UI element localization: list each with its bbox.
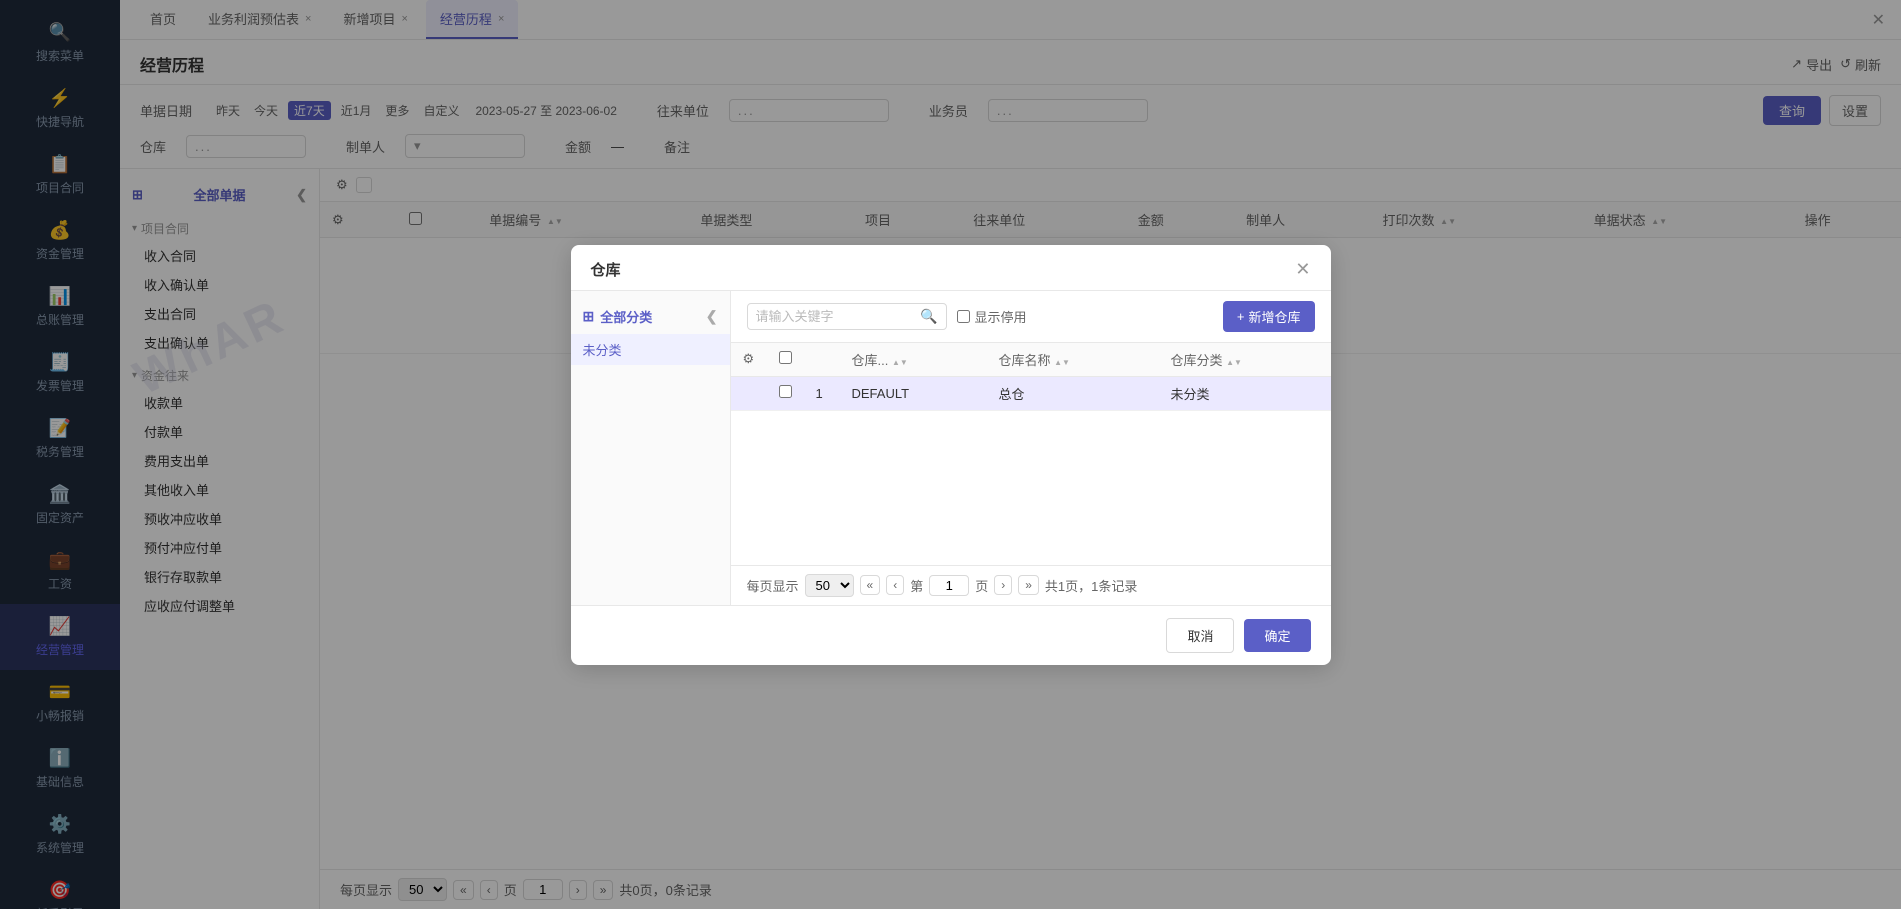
row-index-cell: 1 bbox=[804, 376, 840, 410]
modal-prev-page-btn[interactable]: ‹ bbox=[886, 575, 904, 595]
modal-sort-code: ▲▼ bbox=[892, 358, 908, 367]
modal-toolbar: 🔍 显示停用 + 新增仓库 bbox=[731, 291, 1331, 343]
modal-sort-name: ▲▼ bbox=[1054, 358, 1070, 367]
modal-left-collapse-btn[interactable]: ❮ bbox=[706, 308, 718, 325]
modal-search-icon[interactable]: 🔍 bbox=[920, 308, 937, 325]
modal-first-page-btn[interactable]: « bbox=[860, 575, 881, 595]
modal-col-category[interactable]: 仓库分类 ▲▼ bbox=[1158, 343, 1330, 377]
modal-search-box[interactable]: 🔍 bbox=[747, 303, 947, 330]
modal-col-settings[interactable]: ⚙ bbox=[731, 343, 767, 377]
modal-footer-pagination: 每页显示 50 « ‹ 第 页 › » 共1页，1条记录 bbox=[731, 565, 1331, 605]
modal-left-nav-title: 全部分类 bbox=[600, 307, 652, 326]
row-checkbox[interactable] bbox=[779, 385, 792, 398]
add-warehouse-button[interactable]: + 新增仓库 bbox=[1223, 301, 1315, 332]
modal-header: 仓库 ✕ bbox=[571, 245, 1331, 291]
row-name-cell: 总仓 bbox=[986, 376, 1158, 410]
table-row[interactable]: 1 DEFAULT 总仓 未分类 bbox=[731, 376, 1331, 410]
row-category-cell: 未分类 bbox=[1158, 376, 1330, 410]
modal-page-size-label: 每页显示 bbox=[747, 576, 799, 595]
modal-table-wrapper: ⚙ 仓库... ▲▼ 仓库名称 ▲▼ 仓库分类 ▲▼ 1 DEFAULT 总仓 … bbox=[731, 343, 1331, 565]
row-code-cell: DEFAULT bbox=[840, 376, 987, 410]
modal-page-suffix: 页 bbox=[975, 576, 988, 595]
show-disabled-checkbox-label[interactable]: 显示停用 bbox=[957, 307, 1027, 326]
modal-next-page-btn[interactable]: › bbox=[994, 575, 1012, 595]
modal-col-code[interactable]: 仓库... ▲▼ bbox=[840, 343, 987, 377]
show-disabled-label: 显示停用 bbox=[975, 307, 1027, 326]
modal-warehouse: 仓库 ✕ ⊞ 全部分类 ❮ 未分类 bbox=[571, 245, 1331, 665]
modal-left-nav: ⊞ 全部分类 ❮ 未分类 bbox=[571, 291, 731, 605]
modal-body: ⊞ 全部分类 ❮ 未分类 🔍 显示停用 bbox=[571, 291, 1331, 605]
modal-col-index bbox=[804, 343, 840, 377]
modal-last-page-btn[interactable]: » bbox=[1018, 575, 1039, 595]
modal-table: ⚙ 仓库... ▲▼ 仓库名称 ▲▼ 仓库分类 ▲▼ 1 DEFAULT 总仓 … bbox=[731, 343, 1331, 411]
modal-title: 仓库 bbox=[591, 259, 621, 280]
plus-icon: + bbox=[1237, 309, 1245, 324]
modal-header-checkbox[interactable] bbox=[779, 351, 792, 364]
modal-page-input[interactable] bbox=[929, 575, 969, 596]
modal-col-check[interactable] bbox=[767, 343, 804, 377]
modal-page-label: 第 bbox=[910, 576, 923, 595]
modal-total-text: 共1页，1条记录 bbox=[1045, 576, 1137, 595]
modal-search-input[interactable] bbox=[756, 309, 917, 324]
modal-grid-icon: ⊞ bbox=[583, 308, 595, 325]
show-disabled-checkbox[interactable] bbox=[957, 310, 970, 323]
modal-right: 🔍 显示停用 + 新增仓库 ⚙ bbox=[731, 291, 1331, 605]
modal-left-header[interactable]: ⊞ 全部分类 ❮ bbox=[571, 299, 730, 334]
modal-sort-category: ▲▼ bbox=[1226, 358, 1242, 367]
row-gear-cell bbox=[731, 376, 767, 410]
modal-col-name[interactable]: 仓库名称 ▲▼ bbox=[986, 343, 1158, 377]
modal-left-item-uncategorized[interactable]: 未分类 bbox=[571, 334, 730, 365]
cancel-button[interactable]: 取消 bbox=[1166, 618, 1234, 653]
modal-overlay[interactable]: 仓库 ✕ ⊞ 全部分类 ❮ 未分类 bbox=[0, 0, 1901, 909]
modal-page-size-select[interactable]: 50 bbox=[805, 574, 854, 597]
modal-footer-actions: 取消 确定 bbox=[571, 605, 1331, 665]
confirm-button[interactable]: 确定 bbox=[1244, 619, 1310, 652]
row-check-cell[interactable] bbox=[767, 376, 804, 410]
modal-close-btn[interactable]: ✕ bbox=[1295, 259, 1310, 280]
